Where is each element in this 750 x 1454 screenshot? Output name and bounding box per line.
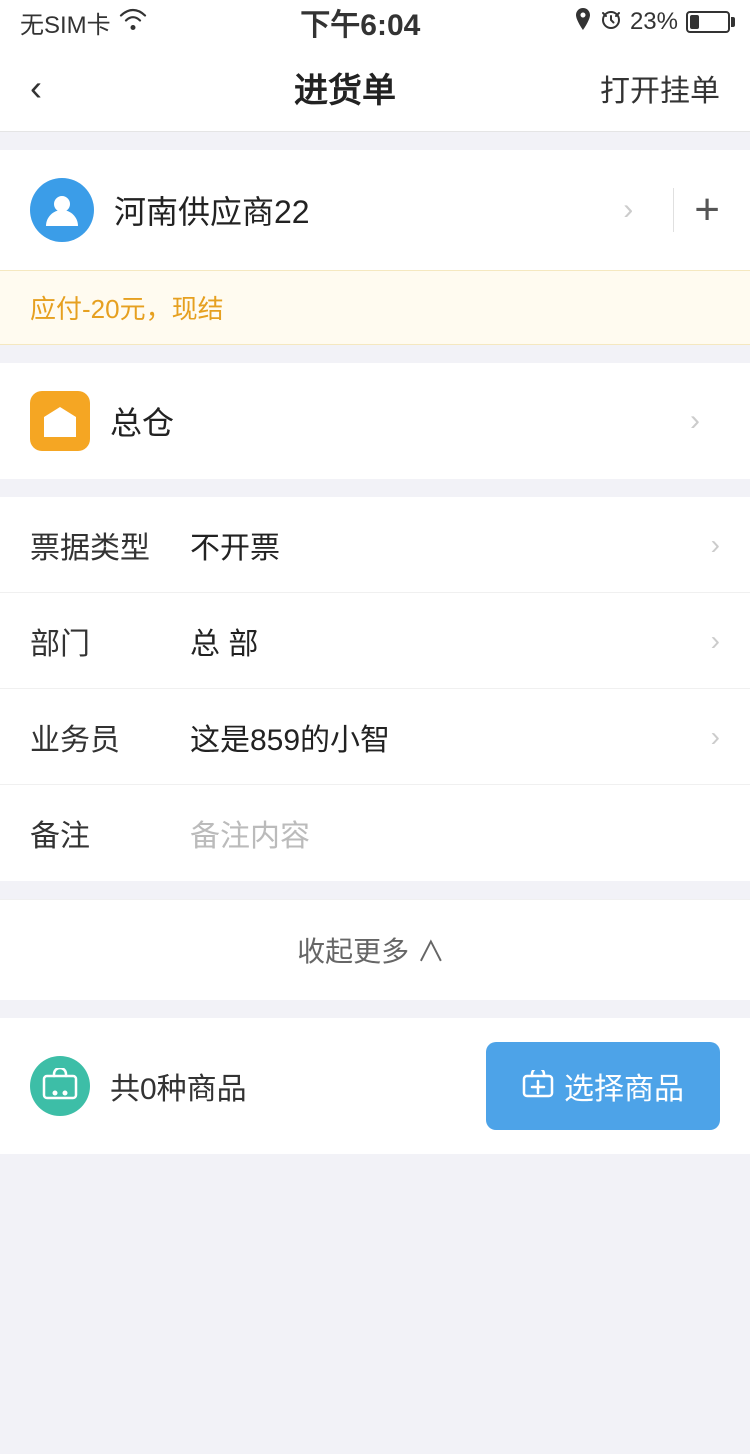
page-title: 进货单 (294, 63, 396, 112)
salesperson-row[interactable]: 业务员 这是859的小智 › (0, 689, 750, 785)
supplier-chevron-icon: › (623, 193, 633, 227)
department-value: 总 部 (170, 619, 701, 663)
product-icon-container (30, 1056, 90, 1116)
supplier-name: 河南供应商22 (114, 187, 623, 233)
status-time: 下午6:04 (300, 0, 420, 44)
open-pending-button[interactable]: 打开挂单 (600, 66, 720, 110)
select-product-icon (522, 1070, 554, 1102)
product-count-text: 共0种商品 (110, 1064, 466, 1108)
collapse-row[interactable]: 收起更多 ∧ (0, 899, 750, 1000)
ticket-type-chevron-icon: › (711, 529, 720, 561)
divider (673, 188, 674, 232)
back-button[interactable]: ‹ (30, 67, 90, 109)
supplier-card: 河南供应商22 › + 应付-20元，现结 (0, 150, 750, 345)
note-label: 备注 (30, 811, 170, 855)
note-input[interactable]: 备注内容 (170, 811, 720, 855)
notice-text: 应付-20元，现结 (30, 294, 224, 324)
alarm-icon (600, 8, 622, 37)
notice-bar: 应付-20元，现结 (0, 270, 750, 345)
warehouse-row[interactable]: 总仓 › (0, 363, 750, 479)
add-supplier-button[interactable]: + (694, 188, 720, 232)
cart-icon (42, 1068, 78, 1104)
department-chevron-icon: › (711, 625, 720, 657)
status-right: 23% (574, 8, 730, 37)
person-icon (42, 190, 82, 230)
battery-percent: 23% (630, 8, 678, 36)
warehouse-icon (42, 403, 78, 439)
salesperson-value: 这是859的小智 (170, 715, 701, 759)
salesperson-chevron-icon: › (711, 721, 720, 753)
ticket-type-value: 不开票 (170, 523, 701, 567)
form-section: 票据类型 不开票 › 部门 总 部 › 业务员 这是859的小智 › 备注 备注… (0, 497, 750, 881)
collapse-label: 收起更多 ∧ (297, 930, 445, 970)
status-bar: 无SIM卡 下午6:04 23% (0, 0, 750, 44)
select-product-label: 选择商品 (564, 1064, 684, 1108)
select-product-button[interactable]: 选择商品 (486, 1042, 720, 1130)
page-background (0, 1154, 750, 1454)
bottom-bar: 共0种商品 选择商品 (0, 1018, 750, 1154)
ticket-type-row[interactable]: 票据类型 不开票 › (0, 497, 750, 593)
warehouse-chevron-icon: › (690, 404, 700, 438)
note-row[interactable]: 备注 备注内容 (0, 785, 750, 881)
battery-icon (686, 11, 730, 33)
warehouse-icon-container (30, 391, 90, 451)
warehouse-name: 总仓 (110, 398, 690, 444)
salesperson-label: 业务员 (30, 715, 170, 759)
section-divider-2 (0, 345, 750, 363)
section-divider-1 (0, 132, 750, 150)
supplier-avatar (30, 178, 94, 242)
status-carrier: 无SIM卡 (20, 5, 147, 40)
warehouse-card: 总仓 › (0, 363, 750, 479)
ticket-type-label: 票据类型 (30, 523, 170, 567)
wifi-icon (119, 8, 147, 37)
supplier-row[interactable]: 河南供应商22 › + (0, 150, 750, 270)
department-row[interactable]: 部门 总 部 › (0, 593, 750, 689)
department-label: 部门 (30, 619, 170, 663)
location-icon (574, 8, 592, 37)
nav-bar: ‹ 进货单 打开挂单 (0, 44, 750, 132)
